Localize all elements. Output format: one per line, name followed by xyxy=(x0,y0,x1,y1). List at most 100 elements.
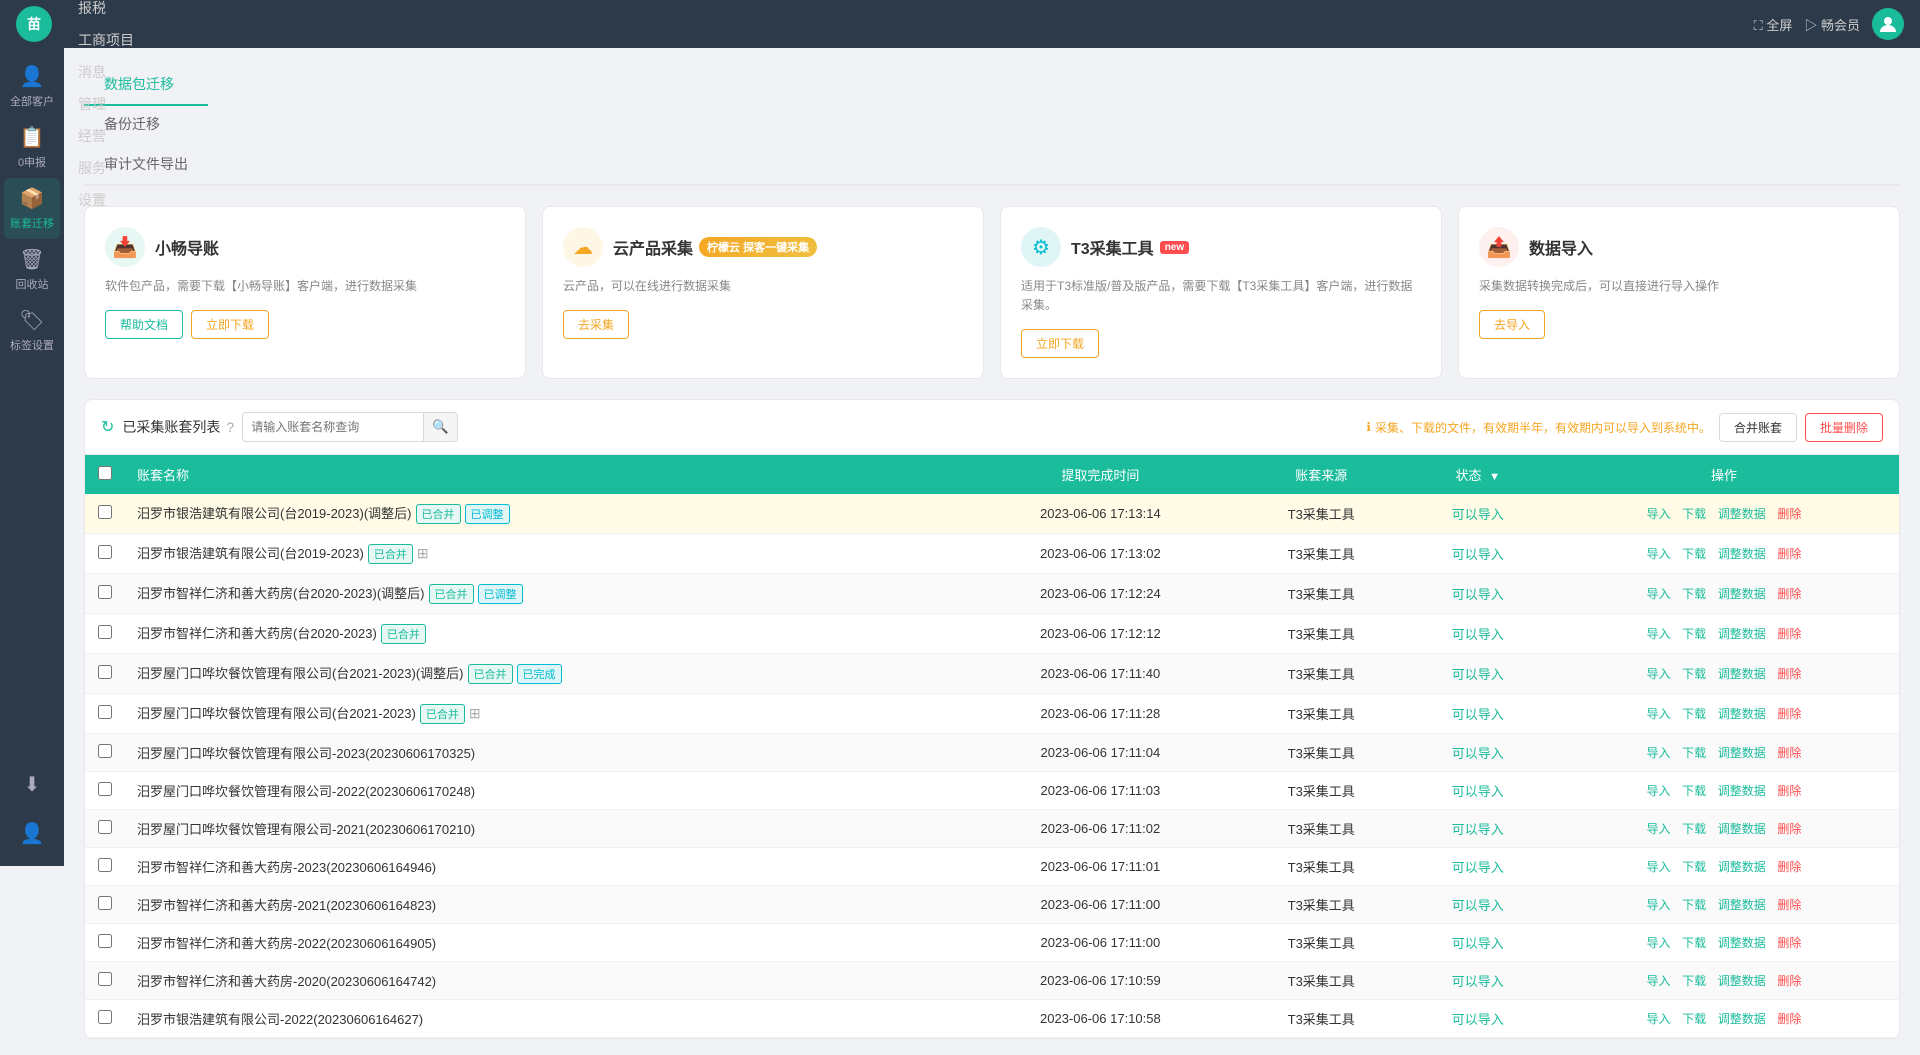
download-now-button[interactable]: 立即下载 xyxy=(191,310,269,339)
import-action-13[interactable]: 导入 xyxy=(1646,1012,1670,1026)
fullscreen-btn[interactable]: ⛶ 全屏 xyxy=(1754,15,1793,34)
go-collect-button[interactable]: 去采集 xyxy=(563,310,629,339)
refresh-icon[interactable]: ↻ xyxy=(101,417,114,437)
import-action-4[interactable]: 导入 xyxy=(1646,667,1670,681)
download-action-7[interactable]: 下载 xyxy=(1682,784,1706,798)
row-checkbox-1[interactable] xyxy=(98,545,112,559)
delete-action-3[interactable]: 删除 xyxy=(1777,627,1801,641)
adjust-action-10[interactable]: 调整数据 xyxy=(1718,898,1766,912)
adjust-action-7[interactable]: 调整数据 xyxy=(1718,784,1766,798)
sidebar-item-1[interactable]: 📋0申报 xyxy=(4,117,60,178)
download-action-11[interactable]: 下载 xyxy=(1682,936,1706,950)
delete-action-8[interactable]: 删除 xyxy=(1777,822,1801,836)
download-action-12[interactable]: 下载 xyxy=(1682,974,1706,988)
row-checkbox-7[interactable] xyxy=(98,782,112,796)
adjust-action-11[interactable]: 调整数据 xyxy=(1718,936,1766,950)
delete-action-9[interactable]: 删除 xyxy=(1777,860,1801,874)
row-checkbox-6[interactable] xyxy=(98,744,112,758)
search-input[interactable] xyxy=(243,420,423,434)
row-checkbox-11[interactable] xyxy=(98,934,112,948)
user-avatar[interactable] xyxy=(1872,8,1904,40)
row-checkbox-8[interactable] xyxy=(98,820,112,834)
row-checkbox-9[interactable] xyxy=(98,858,112,872)
download-action-3[interactable]: 下载 xyxy=(1682,627,1706,641)
import-action-8[interactable]: 导入 xyxy=(1646,822,1670,836)
adjust-action-3[interactable]: 调整数据 xyxy=(1718,627,1766,641)
app-logo[interactable]: 苗 xyxy=(16,6,52,42)
download-action-10[interactable]: 下载 xyxy=(1682,898,1706,912)
download-action-1[interactable]: 下载 xyxy=(1682,547,1706,561)
adjust-action-4[interactable]: 调整数据 xyxy=(1718,667,1766,681)
merge-accounts-button[interactable]: 合并账套 xyxy=(1719,413,1797,442)
adjust-action-1[interactable]: 调整数据 xyxy=(1718,547,1766,561)
row-checkbox-5[interactable] xyxy=(98,705,112,719)
adjust-action-9[interactable]: 调整数据 xyxy=(1718,860,1766,874)
go-import-button[interactable]: 去导入 xyxy=(1479,310,1545,339)
nav-item-消息[interactable]: 消息 xyxy=(64,56,148,88)
download-action-8[interactable]: 下载 xyxy=(1682,822,1706,836)
import-action-0[interactable]: 导入 xyxy=(1646,507,1670,521)
download-action-9[interactable]: 下载 xyxy=(1682,860,1706,874)
download-action-4[interactable]: 下载 xyxy=(1682,667,1706,681)
import-action-3[interactable]: 导入 xyxy=(1646,627,1670,641)
nav-item-管理[interactable]: 管理 xyxy=(64,88,148,120)
import-action-9[interactable]: 导入 xyxy=(1646,860,1670,874)
sidebar-item-0[interactable]: 👤全部客户 xyxy=(4,56,60,117)
sidebar-item-4[interactable]: 🏷标签设置 xyxy=(4,300,60,361)
import-action-7[interactable]: 导入 xyxy=(1646,784,1670,798)
import-action-5[interactable]: 导入 xyxy=(1646,707,1670,721)
nav-item-工商项目[interactable]: 工商项目 xyxy=(64,24,148,56)
adjust-action-13[interactable]: 调整数据 xyxy=(1718,1012,1766,1026)
row-checkbox-13[interactable] xyxy=(98,1010,112,1024)
download-icon[interactable]: ⬇ xyxy=(16,764,49,805)
member-btn[interactable]: ▷ 畅会员 xyxy=(1804,15,1860,34)
nav-item-经营[interactable]: 经营 xyxy=(64,120,148,152)
delete-action-5[interactable]: 删除 xyxy=(1777,707,1801,721)
delete-action-4[interactable]: 删除 xyxy=(1777,667,1801,681)
user-settings-icon[interactable]: 👤 xyxy=(12,813,53,854)
row-checkbox-2[interactable] xyxy=(98,585,112,599)
row-checkbox-0[interactable] xyxy=(98,505,112,519)
row-checkbox-4[interactable] xyxy=(98,665,112,679)
t3-download-button[interactable]: 立即下载 xyxy=(1021,329,1099,358)
import-action-11[interactable]: 导入 xyxy=(1646,936,1670,950)
row-checkbox-10[interactable] xyxy=(98,896,112,910)
delete-action-1[interactable]: 删除 xyxy=(1777,547,1801,561)
nav-item-设置[interactable]: 设置 xyxy=(64,184,148,216)
delete-action-2[interactable]: 删除 xyxy=(1777,587,1801,601)
download-action-0[interactable]: 下载 xyxy=(1682,507,1706,521)
adjust-action-8[interactable]: 调整数据 xyxy=(1718,822,1766,836)
help-doc-button[interactable]: 帮助文档 xyxy=(105,310,183,339)
select-all-checkbox[interactable] xyxy=(98,466,112,480)
download-action-2[interactable]: 下载 xyxy=(1682,587,1706,601)
delete-action-11[interactable]: 删除 xyxy=(1777,936,1801,950)
delete-action-13[interactable]: 删除 xyxy=(1777,1012,1801,1026)
row-checkbox-12[interactable] xyxy=(98,972,112,986)
delete-action-6[interactable]: 删除 xyxy=(1777,746,1801,760)
sidebar-item-2[interactable]: 📦账套迁移 xyxy=(4,178,60,239)
help-icon[interactable]: ? xyxy=(226,419,234,435)
download-action-13[interactable]: 下载 xyxy=(1682,1012,1706,1026)
import-action-2[interactable]: 导入 xyxy=(1646,587,1670,601)
import-action-12[interactable]: 导入 xyxy=(1646,974,1670,988)
download-action-5[interactable]: 下载 xyxy=(1682,707,1706,721)
delete-action-12[interactable]: 删除 xyxy=(1777,974,1801,988)
delete-action-7[interactable]: 删除 xyxy=(1777,784,1801,798)
adjust-action-12[interactable]: 调整数据 xyxy=(1718,974,1766,988)
adjust-action-6[interactable]: 调整数据 xyxy=(1718,746,1766,760)
import-action-10[interactable]: 导入 xyxy=(1646,898,1670,912)
import-action-1[interactable]: 导入 xyxy=(1646,547,1670,561)
nav-item-报税[interactable]: 报税 xyxy=(64,0,148,24)
delete-action-0[interactable]: 删除 xyxy=(1777,507,1801,521)
sidebar-item-3[interactable]: 🗑回收站 xyxy=(4,239,60,300)
adjust-action-5[interactable]: 调整数据 xyxy=(1718,707,1766,721)
adjust-action-2[interactable]: 调整数据 xyxy=(1718,587,1766,601)
batch-delete-button[interactable]: 批量删除 xyxy=(1805,413,1883,442)
import-action-6[interactable]: 导入 xyxy=(1646,746,1670,760)
adjust-action-0[interactable]: 调整数据 xyxy=(1718,507,1766,521)
download-action-6[interactable]: 下载 xyxy=(1682,746,1706,760)
search-button[interactable]: 🔍 xyxy=(423,413,457,441)
delete-action-10[interactable]: 删除 xyxy=(1777,898,1801,912)
nav-item-服务[interactable]: 服务 xyxy=(64,152,148,184)
row-checkbox-3[interactable] xyxy=(98,625,112,639)
